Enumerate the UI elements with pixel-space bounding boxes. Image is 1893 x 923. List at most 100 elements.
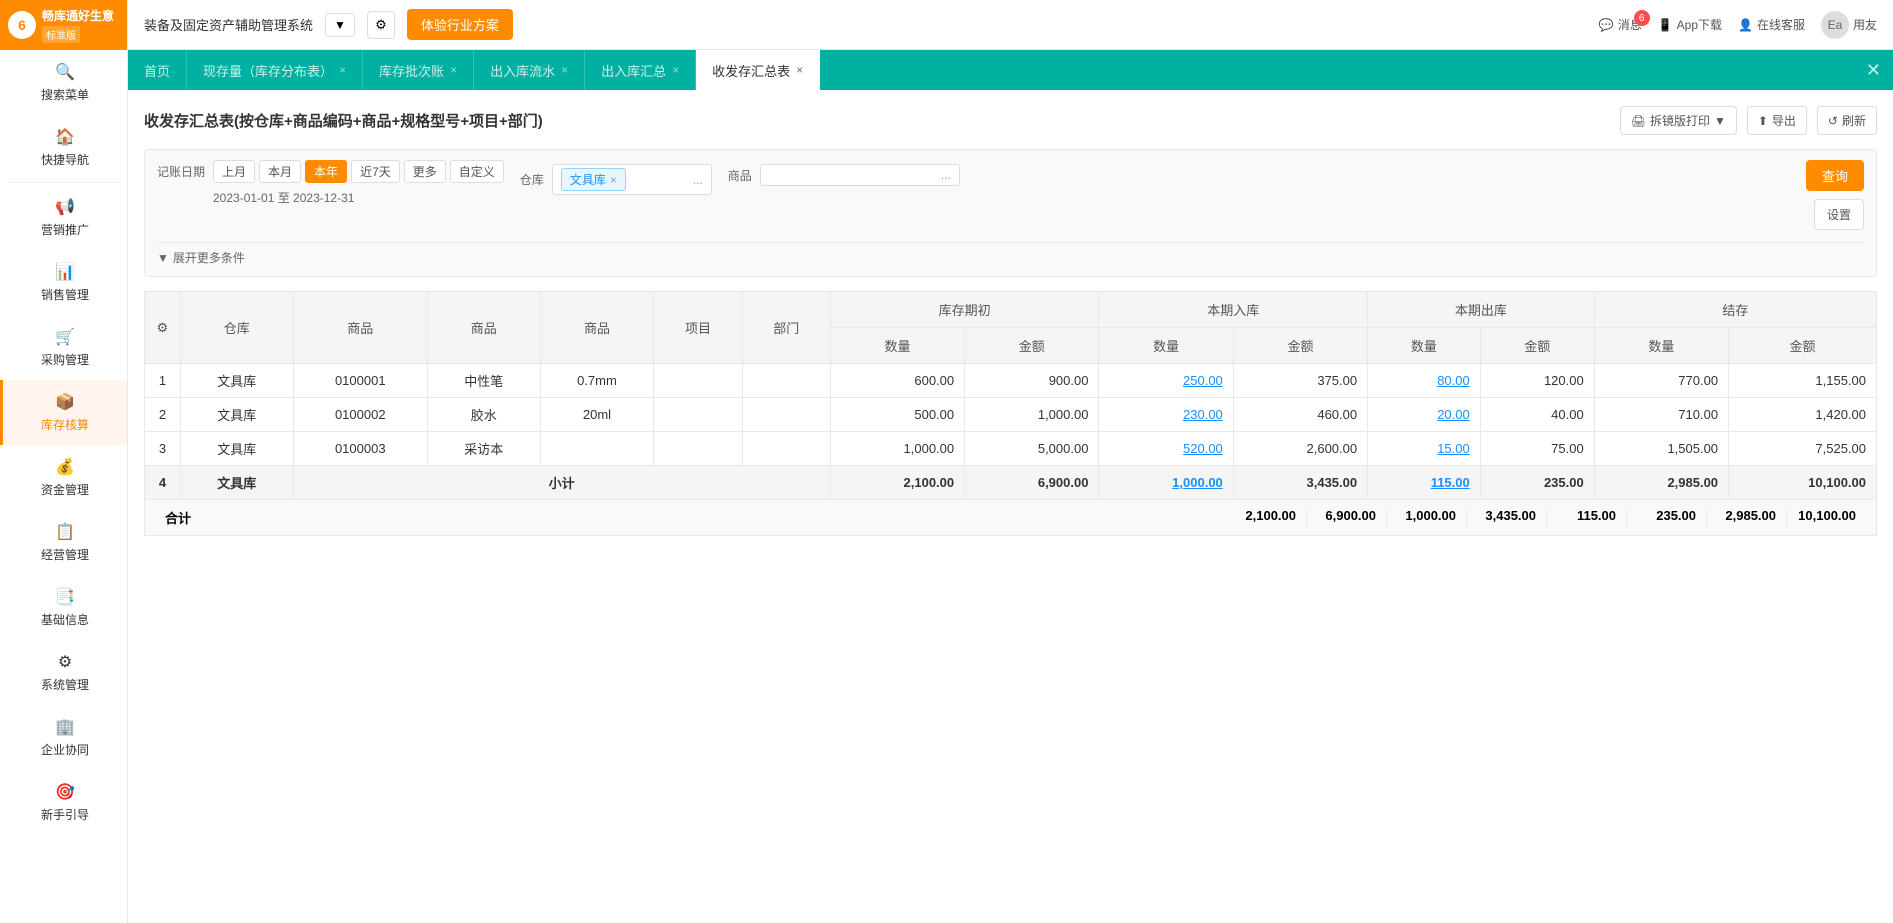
- table-row: 1 文具库 0100001 中性笔 0.7mm 600.00 900.00 25…: [145, 364, 1877, 398]
- cell-subtotal-in-amt: 3,435.00: [1233, 466, 1367, 500]
- guide-icon: 🎯: [55, 782, 75, 802]
- tab-close-batch[interactable]: ×: [450, 63, 457, 77]
- filter-date-range-row: 2023-01-01 至 2023-12-31: [157, 189, 504, 206]
- warehouse-more[interactable]: ...: [693, 173, 703, 187]
- th-in-amt: 金额: [1233, 328, 1367, 364]
- sidebar-item-marketing[interactable]: 📢 营销推广: [0, 185, 127, 250]
- online-service-action[interactable]: 👤 在线客服: [1738, 16, 1805, 33]
- cell-subtotal-close-qty: 2,985.00: [1594, 466, 1728, 500]
- sidebar-item-operations[interactable]: 📋 经营管理: [0, 510, 127, 575]
- cell-subtotal-out-qty[interactable]: 115.00: [1368, 466, 1481, 500]
- cell-out-qty[interactable]: 20.00: [1368, 398, 1481, 432]
- print-button[interactable]: 🖨 拆镜版打印 ▼: [1620, 106, 1737, 135]
- filter-area: 记账日期 上月 本月 本年 近7天 更多 自定义: [144, 149, 1877, 277]
- home-icon: 🏠: [55, 127, 75, 147]
- cell-in-qty[interactable]: 520.00: [1099, 432, 1233, 466]
- th-opening-amt: 金额: [965, 328, 1099, 364]
- refresh-button[interactable]: ↺ 刷新: [1817, 106, 1877, 135]
- date-btn-this-year[interactable]: 本年: [305, 160, 347, 183]
- warehouse-tag-close[interactable]: ×: [610, 173, 617, 187]
- cell-opening-amt: 1,000.00: [965, 398, 1099, 432]
- footer-in-amt: 3,435.00: [1466, 508, 1546, 527]
- cell-close-amt: 7,525.00: [1729, 432, 1877, 466]
- tab-batch[interactable]: 库存批次账 ×: [363, 50, 474, 90]
- tab-home[interactable]: 首页: [128, 50, 187, 90]
- cell-opening-amt: 5,000.00: [965, 432, 1099, 466]
- footer-label: 合计: [155, 508, 555, 527]
- th-opening-qty: 数量: [830, 328, 964, 364]
- sidebar-item-guide[interactable]: 🎯 新手引导: [0, 770, 127, 835]
- sidebar-item-inventory[interactable]: 📦 库存核算: [0, 380, 127, 445]
- cell-subtotal-in-qty[interactable]: 1,000.00: [1099, 466, 1233, 500]
- cell-warehouse: 文具库: [181, 398, 294, 432]
- user-action[interactable]: Ea 用友: [1821, 11, 1877, 39]
- cell-in-qty[interactable]: 250.00: [1099, 364, 1233, 398]
- tab-inout-summary[interactable]: 出入库汇总 ×: [585, 50, 696, 90]
- cell-in-amt: 2,600.00: [1233, 432, 1367, 466]
- cell-project: [654, 432, 742, 466]
- footer-in-qty: 1,000.00: [1386, 508, 1466, 527]
- tab-inout-flow[interactable]: 出入库流水 ×: [474, 50, 585, 90]
- cell-in-amt: 375.00: [1233, 364, 1367, 398]
- product-input[interactable]: ...: [760, 164, 960, 186]
- app-download-action[interactable]: 📱 App下载: [1658, 16, 1722, 33]
- cell-in-amt: 460.00: [1233, 398, 1367, 432]
- sidebar-item-label: 基础信息: [41, 611, 89, 628]
- export-button[interactable]: ⬆ 导出: [1747, 106, 1807, 135]
- table-subtotal-row: 4 文具库 小计 2,100.00 6,900.00 1,000.00 3,43…: [145, 466, 1877, 500]
- date-btn-last-month[interactable]: 上月: [213, 160, 255, 183]
- query-button[interactable]: 查询: [1806, 160, 1864, 191]
- date-btn-this-month[interactable]: 本月: [259, 160, 301, 183]
- message-action[interactable]: 💬 消息 6: [1599, 16, 1642, 33]
- tab-close-inout-flow[interactable]: ×: [561, 63, 568, 77]
- sidebar-item-quick[interactable]: 🏠 快捷导航: [0, 115, 127, 180]
- tab-recv-summary[interactable]: 收发存汇总表 ×: [696, 50, 820, 90]
- table-wrapper: ⚙ 仓库 商品 商品 商品 项目 部门 库存期初 本期入库 本期出库 结存: [144, 291, 1877, 536]
- sidebar-item-enterprise[interactable]: 🏢 企业协同: [0, 705, 127, 770]
- sidebar-item-sales[interactable]: 📊 销售管理: [0, 250, 127, 315]
- product-label: 商品: [728, 167, 752, 184]
- refresh-icon: ↺: [1828, 114, 1838, 128]
- tab-add-button[interactable]: ✕: [1850, 50, 1893, 90]
- sidebar-item-finance[interactable]: 💰 资金管理: [0, 445, 127, 510]
- date-btn-custom[interactable]: 自定义: [450, 160, 504, 183]
- warehouse-label: 仓库: [520, 171, 544, 188]
- purchase-icon: 🛒: [55, 327, 75, 347]
- page-header: 收发存汇总表(按仓库+商品编码+商品+规格型号+项目+部门) 🖨 拆镜版打印 ▼…: [144, 106, 1877, 135]
- th-group-in: 本期入库: [1099, 292, 1368, 328]
- table-row: 3 文具库 0100003 采访本 1,000.00 5,000.00 520.…: [145, 432, 1877, 466]
- cell-out-qty[interactable]: 15.00: [1368, 432, 1481, 466]
- warehouse-input[interactable]: 文具库 × ...: [552, 164, 712, 195]
- tab-close-inventory[interactable]: ×: [339, 63, 346, 77]
- date-btn-7days[interactable]: 近7天: [351, 160, 400, 183]
- sidebar-item-purchase[interactable]: 🛒 采购管理: [0, 315, 127, 380]
- phone-icon: 📱: [1658, 18, 1673, 32]
- sidebar-item-basic[interactable]: 📑 基础信息: [0, 575, 127, 640]
- sidebar-item-search[interactable]: 🔍 搜索菜单: [0, 50, 127, 115]
- th-settings[interactable]: ⚙: [145, 292, 181, 364]
- date-btn-more[interactable]: 更多: [404, 160, 446, 183]
- footer-close-qty: 2,985.00: [1706, 508, 1786, 527]
- trial-button[interactable]: 体验行业方案: [407, 9, 513, 40]
- tab-inventory[interactable]: 现存量（库存分布表） ×: [187, 50, 363, 90]
- expand-filter-button[interactable]: ▼ 展开更多条件: [157, 242, 1864, 266]
- system-select[interactable]: ▼: [325, 13, 355, 37]
- cell-out-qty[interactable]: 80.00: [1368, 364, 1481, 398]
- tab-close-recv-summary[interactable]: ×: [796, 63, 803, 77]
- page-actions: 🖨 拆镜版打印 ▼ ⬆ 导出 ↺ 刷新: [1620, 106, 1877, 135]
- th-dept: 部门: [742, 292, 830, 364]
- filter-settings-button[interactable]: 设置: [1814, 199, 1864, 230]
- service-icon: 👤: [1738, 18, 1753, 32]
- sidebar-item-label: 销售管理: [41, 286, 89, 303]
- sidebar-item-system[interactable]: ⚙ 系统管理: [0, 640, 127, 705]
- main-area: 装备及固定资产辅助管理系统 ▼ ⚙ 体验行业方案 💬 消息 6 📱 App下载 …: [128, 0, 1893, 923]
- th-warehouse: 仓库: [181, 292, 294, 364]
- table-footer: 合计 2,100.00 6,900.00 1,000.00 3,435.00 1…: [144, 500, 1877, 536]
- cell-warehouse: 文具库: [181, 432, 294, 466]
- footer-opening-qty: 2,100.00: [1226, 508, 1306, 527]
- tab-close-inout-summary[interactable]: ×: [672, 63, 679, 77]
- cell-in-qty[interactable]: 230.00: [1099, 398, 1233, 432]
- topbar-settings-button[interactable]: ⚙: [367, 11, 395, 39]
- sidebar-item-label: 经营管理: [41, 546, 89, 563]
- product-more[interactable]: ...: [941, 168, 951, 182]
